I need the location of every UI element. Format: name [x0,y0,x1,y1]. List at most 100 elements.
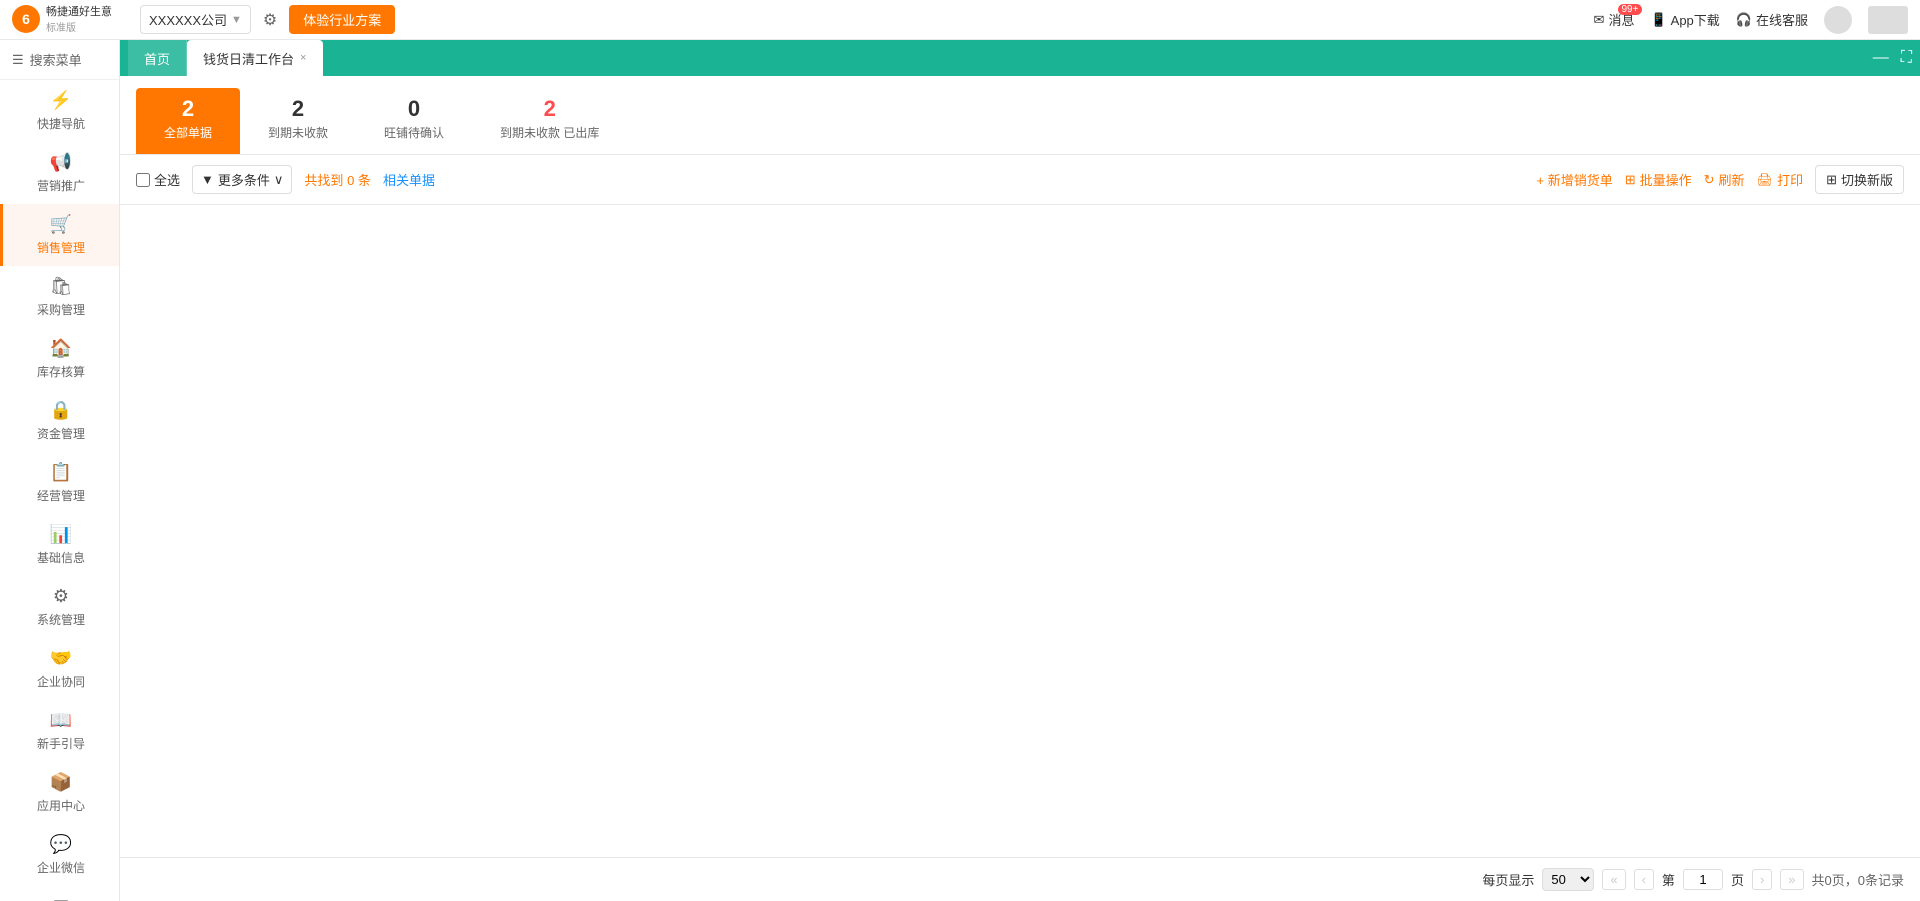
found-prefix: 共找到 [304,173,343,188]
per-page-label: 每页显示 [1482,870,1534,889]
toolbar-right: + 新增销货单 ⊞ 批量操作 ↻ 刷新 🖨 打印 ⊞ 切换新版 [1536,165,1904,194]
maximize-button[interactable]: ⛶ [1901,49,1912,67]
marketing-icon: 📢 [50,152,72,173]
related-docs-button[interactable]: 相关单据 [383,170,435,189]
top-bar-right: ✉ 消息 99+ 📱 App下载 🎧 在线客服 [1594,6,1908,34]
stat-label-due: 到期未收款 [268,124,328,141]
company-name: XXXXXX公司 [149,10,227,29]
logo-sub: 标准版 [46,19,112,34]
company-selector[interactable]: XXXXXX公司 ▼ [140,5,251,34]
sidebar-item-inventory[interactable]: 🏠 库存核算 [0,328,119,390]
batch-label: 批量操作 [1640,170,1692,189]
select-all-area[interactable]: 全选 [136,170,180,189]
current-page-input[interactable] [1683,869,1723,890]
print-icon: 🖨 [1757,172,1774,188]
sidebar-item-purchase[interactable]: 🛍 采购管理 [0,266,119,328]
system-icon: ⚙ [53,586,69,607]
prev-page-button[interactable]: ‹ [1634,869,1654,890]
app-download-button[interactable]: 📱 App下载 [1650,10,1719,29]
stat-tab-wangpu[interactable]: 0 旺铺待确认 [356,88,472,154]
stat-tab-all[interactable]: 2 全部单据 [136,88,240,154]
select-all-checkbox[interactable] [136,173,150,187]
first-page-button[interactable]: « [1602,869,1625,890]
switch-label: 切换新版 [1841,170,1893,189]
batch-icon: ⊞ [1625,172,1636,188]
appstore-icon: 📦 [50,772,72,793]
stat-label-wangpu: 旺铺待确认 [384,124,444,141]
sidebar-item-enterprise[interactable]: 🤝 企业协同 [0,638,119,700]
quick-nav-icon: ⚡ [50,90,72,111]
stat-num-all: 2 [182,96,194,122]
trial-button[interactable]: 体验行业方案 [289,5,395,34]
message-button[interactable]: ✉ 消息 99+ [1594,10,1635,29]
switch-icon: ⊞ [1826,172,1837,188]
tab-close-icon[interactable]: × [300,52,306,64]
sidebar-item-sales[interactable]: 🛒 销售管理 [0,204,119,266]
sidebar-item-quick-nav[interactable]: ⚡ 快捷导航 [0,80,119,142]
inventory-icon: 🏠 [50,338,72,359]
message-icon: ✉ [1594,12,1605,28]
sidebar-item-guide[interactable]: 📖 新手引导 [0,700,119,762]
service-icon: 🎧 [1736,12,1752,28]
stat-tab-due-uncollected[interactable]: 2 到期未收款 [240,88,356,154]
sidebar-item-label: 企业微信 [37,859,85,876]
toolbar: 全选 ▼ 更多条件 ∨ 共找到 0 条 相关单据 + 新增销货单 ⊞ 批量操作 … [120,155,1920,205]
sales-icon: 🛒 [50,214,72,235]
enterprise-icon: 🤝 [50,648,72,669]
found-number: 0 [347,173,354,188]
stat-num-wangpu: 0 [408,96,420,122]
app-icon: 📱 [1650,12,1666,28]
purchase-icon: 🛍 [50,276,73,297]
last-page-button[interactable]: » [1780,869,1803,890]
sidebar-item-operation[interactable]: 📋 经营管理 [0,452,119,514]
settings-icon[interactable]: ⚙ [259,6,281,34]
sidebar-item-system[interactable]: ⚙ 系统管理 [0,576,119,638]
add-sales-order-button[interactable]: + 新增销货单 [1536,170,1612,189]
refresh-label: 刷新 [1719,170,1745,189]
batch-operation-button[interactable]: ⊞ 批量操作 [1625,170,1692,189]
finance-icon: 🔒 [50,400,72,421]
per-page-select[interactable]: 50 100 200 [1542,868,1594,891]
found-unit: 条 [358,173,371,188]
tab-home[interactable]: 首页 [128,40,187,76]
logo-icon: 6 [12,5,40,33]
sidebar-item-appstore[interactable]: 📦 应用中心 [0,762,119,824]
sidebar-item-label: 销售管理 [37,239,85,256]
sidebar-item-finance[interactable]: 🔒 资金管理 [0,390,119,452]
top-bar: 6 畅捷通好生意 标准版 XXXXXX公司 ▼ ⚙ 体验行业方案 ✉ 消息 99… [0,0,1920,40]
tab-home-label: 首页 [144,49,170,68]
sidebar-item-member[interactable]: ▽ 畅会员 [0,886,119,901]
sidebar-item-marketing[interactable]: 📢 营销推广 [0,142,119,204]
online-service-button[interactable]: 🎧 在线客服 [1736,10,1808,29]
minimize-button[interactable]: — [1873,49,1889,67]
sidebar-item-wechat[interactable]: 💬 企业微信 [0,824,119,886]
next-page-button[interactable]: › [1752,869,1772,890]
avatar[interactable] [1824,6,1852,34]
sidebar-item-label: 资金管理 [37,425,85,442]
pagination-bar: 每页显示 50 100 200 « ‹ 第 页 › » 共0页，0条记录 [120,857,1920,901]
sidebar-item-label: 经营管理 [37,487,85,504]
refresh-button[interactable]: ↻ 刷新 [1704,170,1745,189]
stat-num-due: 2 [292,96,304,122]
logo-area: 6 畅捷通好生意 标准版 [12,5,132,34]
tab-work-station[interactable]: 钱货日清工作台 × [187,40,323,76]
page-suffix: 页 [1731,870,1744,889]
operation-icon: 📋 [50,462,72,483]
guide-icon: 📖 [50,710,72,731]
select-all-label: 全选 [154,170,180,189]
wechat-icon: 💬 [50,834,72,855]
more-filter-button[interactable]: ▼ 更多条件 ∨ [192,165,292,194]
sidebar-item-label: 基础信息 [37,549,85,566]
nav-tabs: 首页 钱货日清工作台 × — ⛶ [120,40,1920,76]
stat-tabs: 2 全部单据 2 到期未收款 0 旺铺待确认 2 到期未收款 已出库 [120,76,1920,155]
stat-label-all: 全部单据 [164,124,212,141]
user-info[interactable] [1868,6,1908,34]
sidebar-item-basic[interactable]: 📊 基础信息 [0,514,119,576]
total-info: 共0页，0条记录 [1812,870,1904,889]
sidebar-search[interactable]: ☰ 搜索菜单 [0,40,119,80]
filter-arrow: ∨ [274,172,284,188]
stat-tab-due-unshipped[interactable]: 2 到期未收款 已出库 [472,88,627,154]
service-label: 在线客服 [1756,10,1808,29]
print-button[interactable]: 🖨 打印 [1757,170,1804,189]
switch-version-button[interactable]: ⊞ 切换新版 [1815,165,1904,194]
